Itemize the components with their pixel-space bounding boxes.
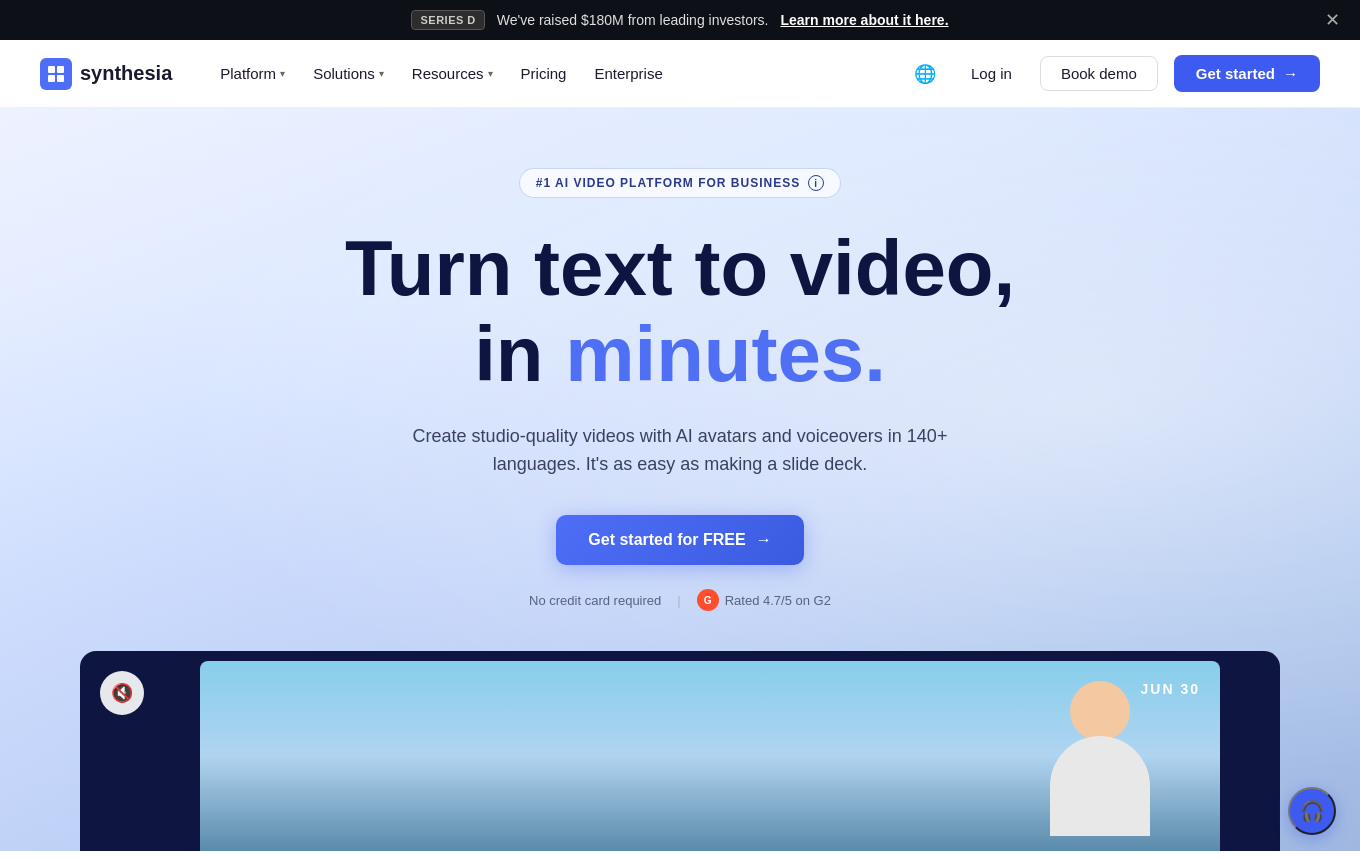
headset-icon: 🎧 (1300, 799, 1325, 823)
mute-icon: 🔇 (111, 682, 133, 704)
chevron-down-icon: ▾ (488, 68, 493, 79)
svg-rect-2 (48, 75, 55, 82)
nav-right: 🌐 Log in Book demo Get started → (907, 55, 1320, 92)
svg-rect-0 (48, 66, 55, 73)
logo-text: synthesia (80, 62, 172, 85)
logo[interactable]: synthesia (40, 58, 172, 90)
g2-rating-text: Rated 4.7/5 on G2 (725, 593, 831, 608)
nav-link-platform[interactable]: Platform ▾ (208, 57, 297, 90)
video-date-label: JUN 30 (1141, 681, 1200, 697)
g2-badge: G Rated 4.7/5 on G2 (697, 589, 831, 611)
nav-link-enterprise[interactable]: Enterprise (582, 57, 674, 90)
video-preview: 🔇 JUN 30 (80, 651, 1280, 851)
book-demo-button[interactable]: Book demo (1040, 56, 1158, 91)
logo-svg (46, 64, 66, 84)
arrow-right-icon: → (756, 531, 772, 549)
nav-link-solutions[interactable]: Solutions ▾ (301, 57, 396, 90)
badge-text: #1 AI VIDEO PLATFORM FOR BUSINESS (536, 176, 800, 190)
language-selector-button[interactable]: 🌐 (907, 56, 943, 92)
no-credit-card-text: No credit card required (529, 593, 661, 608)
g2-icon: G (697, 589, 719, 611)
chevron-down-icon: ▾ (280, 68, 285, 79)
support-chat-button[interactable]: 🎧 (1288, 787, 1336, 835)
login-button[interactable]: Log in (959, 57, 1024, 90)
svg-rect-3 (57, 75, 64, 82)
cta-get-started-button[interactable]: Get started for FREE → (556, 515, 803, 565)
video-inner: JUN 30 (200, 661, 1220, 851)
video-person-body (1050, 736, 1150, 836)
nav-link-resources[interactable]: Resources ▾ (400, 57, 505, 90)
series-badge: SERIES D (411, 10, 484, 30)
nav-links: Platform ▾ Solutions ▾ Resources ▾ Prici… (208, 57, 675, 90)
get-started-nav-button[interactable]: Get started → (1174, 55, 1320, 92)
logo-icon (40, 58, 72, 90)
hero-highlight: minutes. (565, 310, 886, 398)
announcement-link[interactable]: Learn more about it here. (780, 12, 948, 28)
announcement-text: We've raised $180M from leading investor… (497, 12, 769, 28)
hero-section: #1 AI VIDEO PLATFORM FOR BUSINESS i Turn… (0, 108, 1360, 851)
nav-left: synthesia Platform ▾ Solutions ▾ Resourc… (40, 57, 675, 90)
mute-button[interactable]: 🔇 (100, 671, 144, 715)
hero-badge: #1 AI VIDEO PLATFORM FOR BUSINESS i (519, 168, 841, 198)
svg-rect-1 (57, 66, 64, 73)
info-icon: i (808, 175, 824, 191)
close-announcement-button[interactable]: ✕ (1325, 11, 1340, 29)
hero-title: Turn text to video, in minutes. (345, 226, 1015, 398)
video-person-head (1070, 681, 1130, 741)
chevron-down-icon: ▾ (379, 68, 384, 79)
announcement-bar: SERIES D We've raised $180M from leading… (0, 0, 1360, 40)
globe-icon: 🌐 (914, 63, 936, 85)
hero-subtitle: Create studio-quality videos with AI ava… (400, 422, 960, 480)
trust-divider: | (677, 593, 680, 608)
hero-trust-row: No credit card required | G Rated 4.7/5 … (529, 589, 831, 611)
navbar: synthesia Platform ▾ Solutions ▾ Resourc… (0, 40, 1360, 108)
arrow-right-icon: → (1283, 65, 1298, 82)
nav-link-pricing[interactable]: Pricing (509, 57, 579, 90)
